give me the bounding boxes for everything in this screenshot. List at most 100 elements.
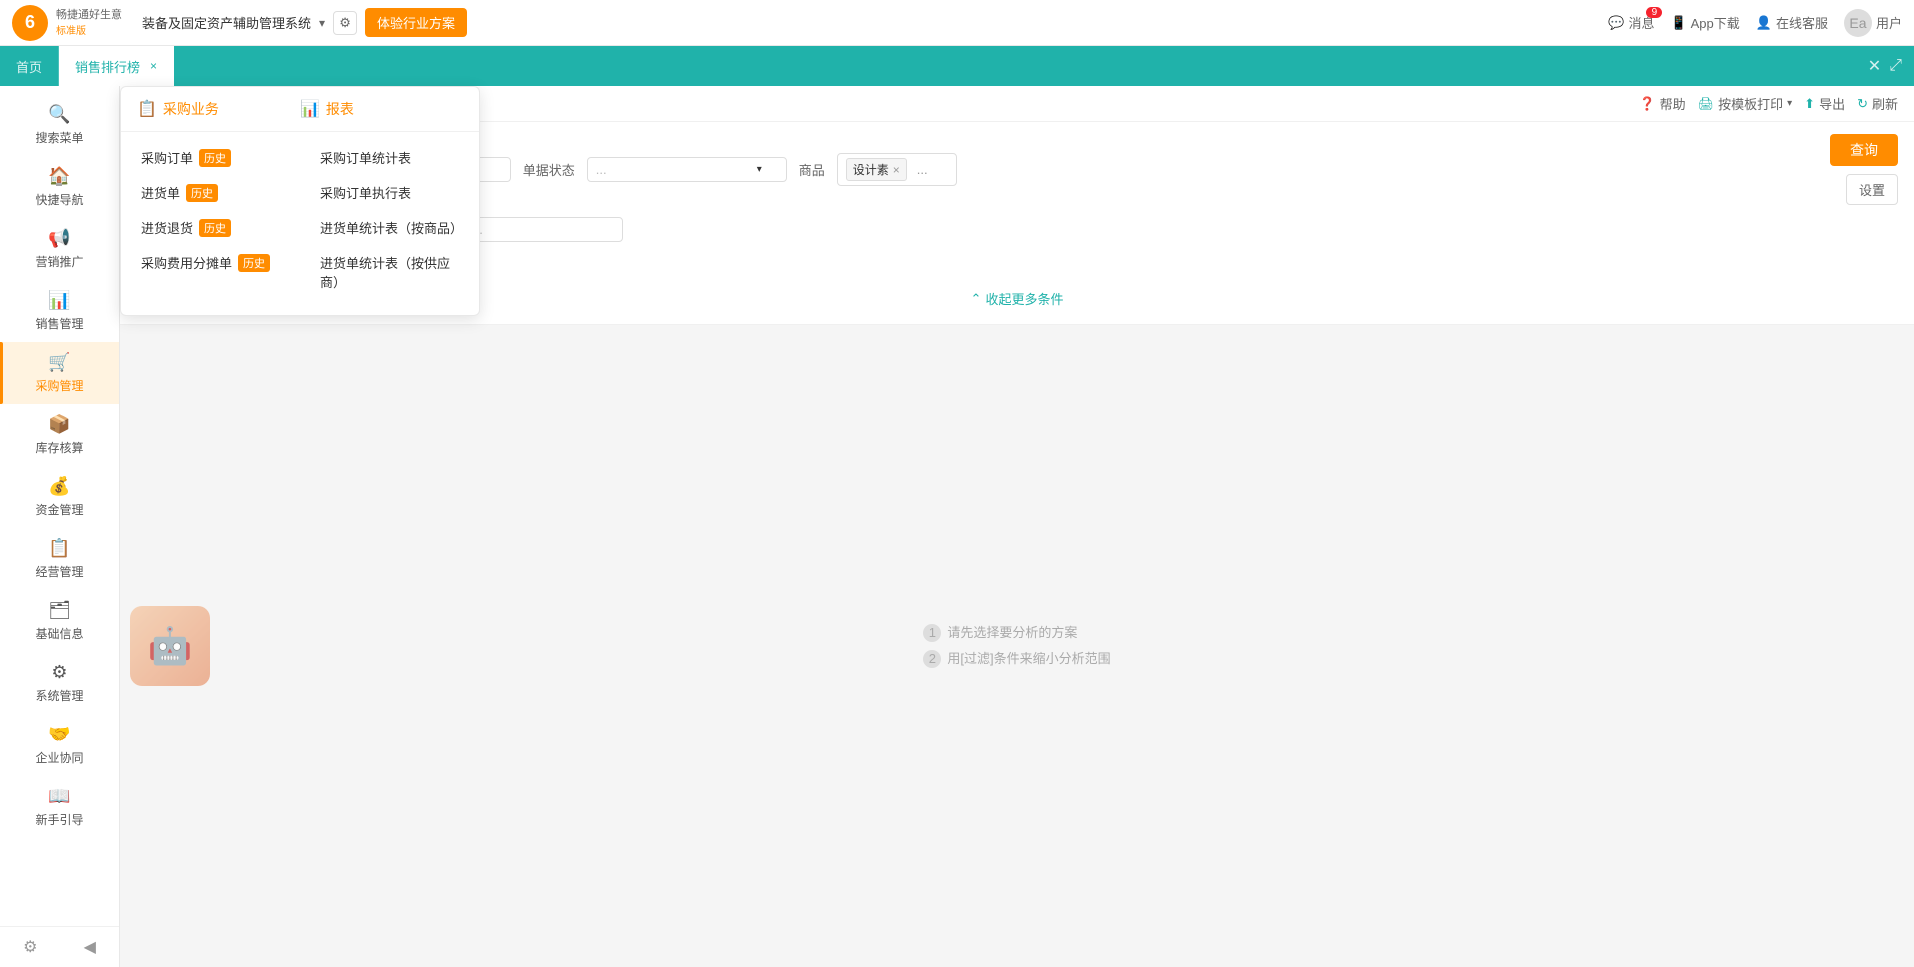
dropdown-item-order-exec[interactable]: 采购订单执行表 [300,175,479,210]
setting-btn[interactable]: 设置 [1846,174,1898,205]
top-header: 6 畅捷通好生意 标准版 装备及固定资产辅助管理系统 ▾ ⚙ 体验行业方案 💬 … [0,0,1914,46]
history-badge-1: 历史 [199,149,231,167]
message-badge: 9 [1646,7,1662,18]
collapse-up-icon: ⌃ [971,291,982,307]
sidebar-settings-btn[interactable]: ⚙ [23,937,37,957]
section2-icon: 📊 [300,99,320,119]
sidebar-item-operations[interactable]: 📋 经营管理 [0,528,119,590]
logo-badge: 标准版 [56,22,122,37]
sidebar-item-purchase[interactable]: 🛒 采购管理 [0,342,119,404]
salesperson-input[interactable]: ... [463,217,623,242]
dropdown-item-inbound-by-supplier[interactable]: 进货单统计表（按供应商） [300,245,479,299]
basic-info-icon: 🗂 [48,600,71,621]
tab-home-label: 首页 [16,57,42,76]
export-btn[interactable]: ⬆ 导出 [1804,94,1845,113]
refresh-btn[interactable]: ↻ 刷新 [1857,94,1898,113]
sidebar-item-guide[interactable]: 📖 新手引导 [0,776,119,838]
dropdown-item-return[interactable]: 进货退货 历史 [121,210,300,245]
goods-ellipsis-btn[interactable]: ... [911,162,934,177]
order-status-label: 单据状态 [523,160,575,179]
sidebar-item-basic-info[interactable]: 🗂 基础信息 [0,590,119,652]
sidebar-bottom: ⚙ ◀ [0,926,119,967]
print-icon: 🖨 [1698,96,1715,112]
history-badge-4: 历史 [238,254,270,272]
query-btn[interactable]: 查询 [1830,134,1898,166]
order-status-select[interactable]: ... ▾ [587,157,787,182]
system-icon: ⚙ [51,662,67,683]
app-download-btn[interactable]: 📱 App下载 [1670,13,1739,32]
print-btn[interactable]: 🖨 按模板打印 ▾ [1698,94,1793,113]
enterprise-icon: 🤝 [48,724,70,745]
empty-robot-icon: 🤖 [130,606,210,686]
tab-sales-rank-label: 销售排行榜 [75,57,140,76]
service-icon: 👤 [1756,15,1772,31]
dropdown-content: 采购订单 历史 进货单 历史 进货退货 历史 采购费用分摊单 历史 采购订单统计… [121,136,479,303]
header-system: 装备及固定资产辅助管理系统 ▾ ⚙ 体验行业方案 [132,8,1608,37]
dropdown-item-purchase-order[interactable]: 采购订单 历史 [121,140,300,175]
operations-icon: 📋 [48,538,70,559]
logo-text: 畅捷通好生意 [56,8,122,22]
avatar: Ea [1844,9,1872,37]
tab-expand-icon[interactable]: ⤢ [1889,57,1902,75]
logo-icon: 6 [12,5,48,41]
tab-home[interactable]: 首页 [0,46,59,86]
tab-bar: 首页 销售排行榜 × ✕ ⤢ [0,46,1914,86]
dropdown-item-inbound-by-goods[interactable]: 进货单统计表（按商品） [300,210,479,245]
sidebar-item-system[interactable]: ⚙ 系统管理 [0,652,119,714]
system-name: 装备及固定资产辅助管理系统 [142,13,311,32]
online-service-btn[interactable]: 👤 在线客服 [1756,13,1828,32]
dropdown-col-1: 采购订单 历史 进货单 历史 进货退货 历史 采购费用分摊单 历史 [121,136,300,303]
goods-label: 商品 [799,160,825,179]
dropdown-item-order-stats[interactable]: 采购订单统计表 [300,140,479,175]
search-icon: 🔍 [48,104,70,125]
goods-tag: 设计素 × [846,158,907,181]
user-btn[interactable]: Ea 用户 [1844,9,1902,37]
guide-icon: 📖 [48,786,70,807]
export-icon: ⬆ [1804,96,1815,112]
order-status-dropdown-icon: ▾ [757,164,762,175]
home-icon: 🏠 [48,166,70,187]
dropdown-item-expense[interactable]: 采购费用分摊单 历史 [121,245,300,280]
sidebar: 🔍 搜索菜单 🏠 快捷导航 📢 营销推广 📊 销售管理 🛒 采购管理 📦 库存核… [0,86,120,967]
header-right: 💬 消息 9 📱 App下载 👤 在线客服 Ea 用户 [1608,9,1902,37]
btn-group-right: 查询 设置 [1830,134,1898,205]
section1-icon: 📋 [137,99,157,119]
print-dropdown-icon: ▾ [1787,98,1792,109]
dropdown-header: 📋 采购业务 📊 报表 [121,99,479,132]
gear-btn[interactable]: ⚙ [333,11,357,35]
step1-num: 1 [923,624,941,642]
help-icon: ❓ [1639,96,1655,112]
capital-icon: 💰 [48,476,70,497]
tab-close-all-icon[interactable]: ✕ [1868,56,1881,76]
sidebar-item-search[interactable]: 🔍 搜索菜单 [0,94,119,156]
message-icon: 💬 [1608,15,1624,31]
marketing-icon: 📢 [48,228,70,249]
purchase-icon: 🛒 [48,352,70,373]
history-badge-3: 历史 [199,219,231,237]
empty-tip2: 用[过滤]条件来缩小分析范围 [947,646,1110,672]
message-btn[interactable]: 💬 消息 9 [1608,13,1654,32]
help-btn[interactable]: ❓ 帮助 [1639,94,1685,113]
tab-close-btn[interactable]: × [150,59,157,73]
industry-btn[interactable]: 体验行业方案 [365,8,467,37]
sidebar-item-quick-nav[interactable]: 🏠 快捷导航 [0,156,119,218]
system-dropdown-btn[interactable]: ▾ [319,16,325,30]
sidebar-item-enterprise[interactable]: 🤝 企业协同 [0,714,119,776]
goods-input[interactable]: 设计素 × ... [837,153,957,186]
sidebar-item-marketing[interactable]: 📢 营销推广 [0,218,119,280]
dropdown-col-2: 采购订单统计表 采购订单执行表 进货单统计表（按商品） 进货单统计表（按供应商） [300,136,479,303]
inventory-icon: 📦 [48,414,70,435]
goods-tag-close[interactable]: × [893,163,900,177]
dropdown-item-inbound[interactable]: 进货单 历史 [121,175,300,210]
refresh-icon: ↻ [1857,96,1868,112]
sidebar-item-inventory[interactable]: 📦 库存核算 [0,404,119,466]
sidebar-item-capital[interactable]: 💰 资金管理 [0,466,119,528]
step2-num: 2 [923,650,941,668]
phone-icon: 📱 [1670,15,1686,31]
tab-bar-right: ✕ ⤢ [1856,46,1914,86]
sidebar-collapse-btn[interactable]: ◀ [84,937,96,957]
sidebar-item-sales[interactable]: 📊 销售管理 [0,280,119,342]
tab-sales-rank[interactable]: 销售排行榜 × [59,46,174,86]
sales-icon: 📊 [48,290,70,311]
history-badge-2: 历史 [186,184,218,202]
